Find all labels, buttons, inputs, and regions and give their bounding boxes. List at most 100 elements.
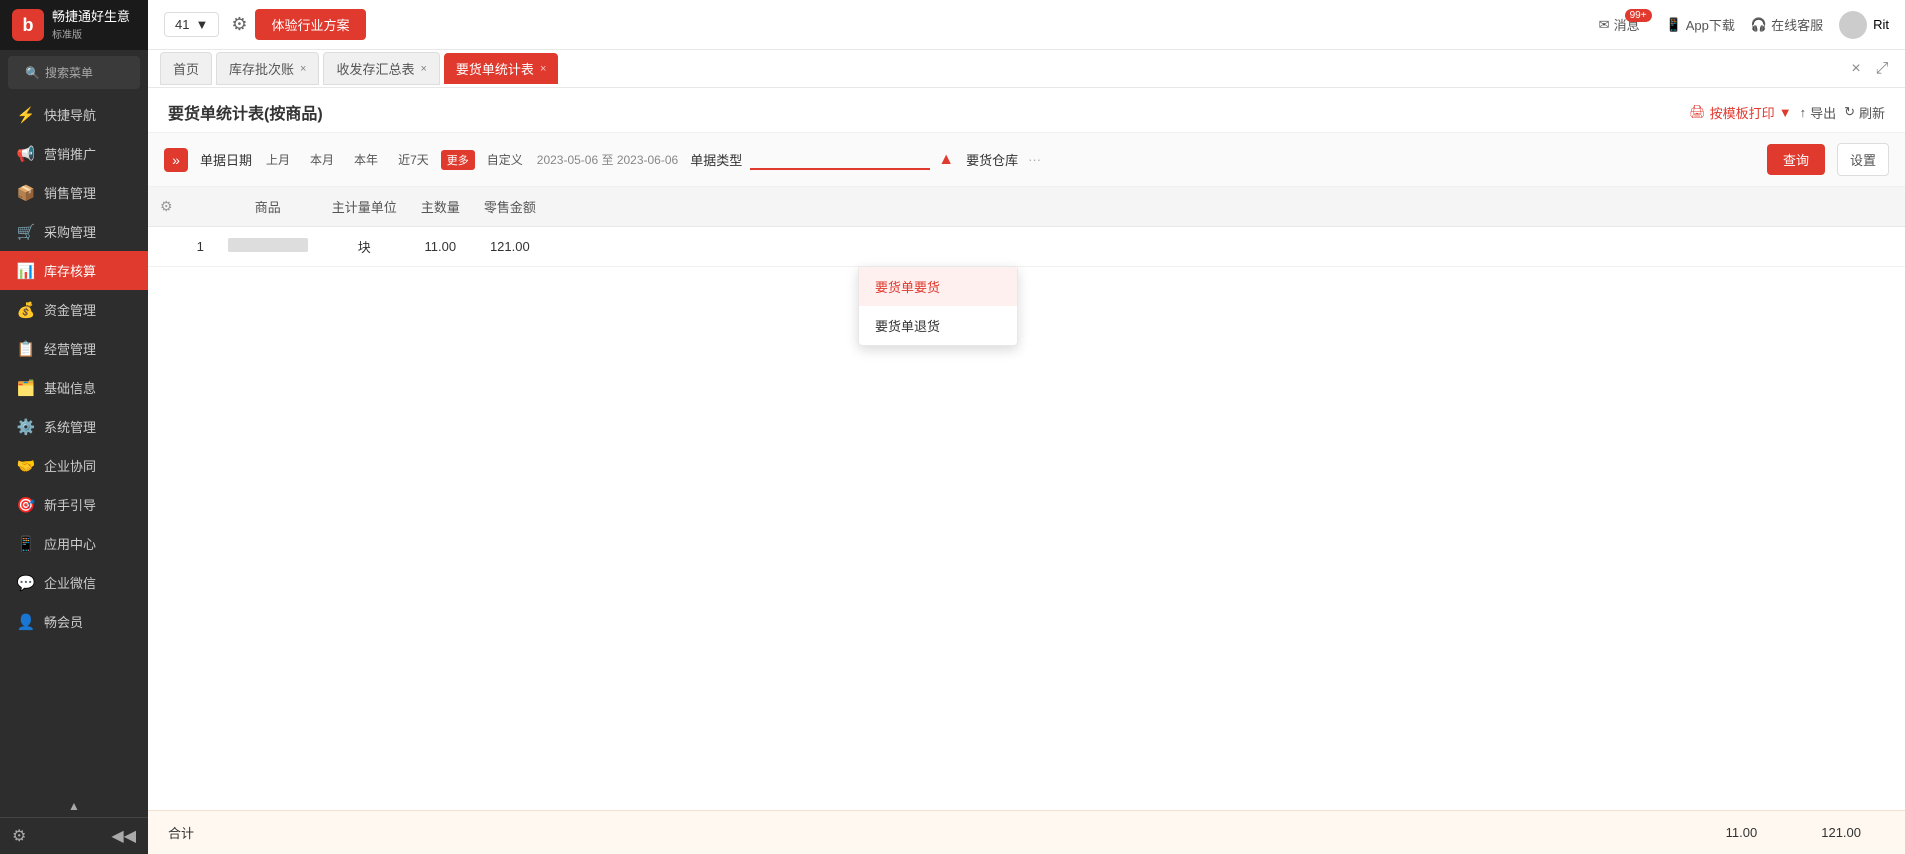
type-filter-label: 单据类型	[690, 150, 742, 169]
online-service-btn[interactable]: 🎧 在线客服	[1751, 15, 1823, 34]
scroll-up-btn[interactable]: ▲	[68, 799, 80, 813]
table-row: 1 块 11.00 121.00	[148, 227, 1905, 267]
apps-icon: 📱	[16, 535, 36, 553]
filter-expand-btn[interactable]: »	[164, 148, 188, 172]
tab-batch-close[interactable]: ×	[300, 63, 306, 75]
sidebar-item-label: 应用中心	[44, 534, 96, 553]
date-this-month-btn[interactable]: 本月	[302, 148, 342, 171]
col-settings-icon[interactable]: ⚙	[160, 198, 173, 214]
sidebar-item-finance[interactable]: 💰 资金管理	[0, 290, 148, 329]
search-icon: 🔍	[25, 66, 40, 80]
page-header: 要货单统计表(按商品) 🖨 按模板打印 ▼ ↑ 导出 ↻ 刷新	[148, 88, 1905, 133]
page-title: 要货单统计表(按商品)	[168, 100, 323, 124]
table-header-row: ⚙ 商品 主计量单位 主数量 零售金额	[148, 187, 1905, 227]
date-filter-label: 单据日期	[200, 150, 252, 169]
table-container: ⚙ 商品 主计量单位 主数量 零售金额 1	[148, 187, 1905, 267]
sidebar-item-label: 新手引导	[44, 495, 96, 514]
sidebar-item-label: 销售管理	[44, 183, 96, 202]
guide-icon: 🎯	[16, 496, 36, 514]
sidebar-item-inventory[interactable]: 📊 库存核算	[0, 251, 148, 290]
dropdown-item-return[interactable]: 要货单退货	[859, 306, 1017, 345]
filter-bar: » 单据日期 上月 本月 本年 近7天 更多 自定义 2023-05-06 至 …	[148, 133, 1905, 187]
expand-window-btn[interactable]: ⤢	[1871, 58, 1893, 80]
branch-value: 41	[175, 17, 189, 32]
tab-home[interactable]: 首页	[160, 52, 212, 85]
date-this-year-btn[interactable]: 本年	[346, 148, 386, 171]
dropdown-item-order[interactable]: 要货单要货	[859, 267, 1017, 306]
app-download-btn[interactable]: 📱 App下载	[1666, 15, 1735, 34]
sidebar-item-operations[interactable]: 📋 经营管理	[0, 329, 148, 368]
topbar-settings-icon[interactable]: ⚙	[231, 14, 247, 35]
tab-requisition[interactable]: 要货单统计表 ×	[444, 53, 558, 84]
footer-amount: 121.00	[1821, 825, 1861, 840]
tab-batch[interactable]: 库存批次账 ×	[216, 52, 319, 85]
tabs-bar: 首页 库存批次账 × 收发存汇总表 × 要货单统计表 × × ⤢	[148, 50, 1905, 88]
sidebar-item-purchase[interactable]: 🛒 采购管理	[0, 212, 148, 251]
date-last-month-btn[interactable]: 上月	[258, 148, 298, 171]
sidebar-item-system[interactable]: ⚙️ 系统管理	[0, 407, 148, 446]
refresh-btn[interactable]: ↻ 刷新	[1844, 103, 1885, 122]
col-settings: ⚙	[148, 187, 185, 227]
sidebar-item-apps[interactable]: 📱 应用中心	[0, 524, 148, 563]
quick-nav-icon: ⚡	[16, 106, 36, 124]
tab-receivables-close[interactable]: ×	[420, 63, 426, 75]
type-filter-toggle[interactable]: ▲	[938, 151, 954, 169]
sidebar-item-sales[interactable]: 📦 销售管理	[0, 173, 148, 212]
footer-settings-icon[interactable]: ⚙	[12, 826, 26, 846]
date-quick-btns: 上月 本月 本年 近7天 更多 自定义	[258, 148, 531, 171]
date-range-display: 2023-05-06 至 2023-06-06	[537, 151, 678, 168]
cooperation-icon: 🤝	[16, 457, 36, 475]
warehouse-filter-dots[interactable]: ···	[1028, 152, 1041, 167]
sidebar-item-base[interactable]: 🗂️ 基础信息	[0, 368, 148, 407]
type-dropdown: 要货单要货 要货单退货	[858, 266, 1018, 346]
base-icon: 🗂️	[16, 379, 36, 397]
col-extra	[548, 187, 1905, 227]
user-name: Rit	[1873, 17, 1889, 32]
tab-requisition-close[interactable]: ×	[540, 63, 546, 75]
branch-selector[interactable]: 41 ▼	[164, 12, 219, 37]
sidebar: b 畅捷通好生意 标准版 🔍 搜索菜单 ⚡ 快捷导航 📢 营销推广 📦 销售管理…	[0, 0, 148, 854]
tab-receivables-label: 收发存汇总表	[336, 59, 414, 78]
user-area[interactable]: Rit	[1839, 11, 1889, 39]
messages-badge: 99+	[1625, 9, 1652, 22]
sidebar-item-label: 营销推广	[44, 144, 96, 163]
sidebar-item-label: 经营管理	[44, 339, 96, 358]
tab-home-label: 首页	[173, 59, 199, 78]
date-7days-btn[interactable]: 近7天	[390, 148, 437, 171]
main-area: 41 ▼ ⚙ 体验行业方案 ✉ 消息 99+ 📱 App下载 🎧 在线客服 R	[148, 0, 1905, 854]
sidebar-item-marketing[interactable]: 📢 营销推广	[0, 134, 148, 173]
print-btn[interactable]: 🖨 按模板打印 ▼	[1689, 103, 1791, 122]
logo-icon: b	[12, 9, 44, 41]
service-icon: 🎧	[1751, 17, 1767, 33]
sidebar-item-cooperation[interactable]: 🤝 企业协同	[0, 446, 148, 485]
trial-btn[interactable]: 体验行业方案	[255, 9, 365, 40]
print-dropdown-icon: ▼	[1779, 105, 1792, 120]
messages-btn[interactable]: ✉ 消息 99+	[1599, 15, 1640, 34]
date-custom-btn[interactable]: 自定义	[479, 148, 531, 171]
topbar: 41 ▼ ⚙ 体验行业方案 ✉ 消息 99+ 📱 App下载 🎧 在线客服 R	[148, 0, 1905, 50]
sidebar-item-guide[interactable]: 🎯 新手引导	[0, 485, 148, 524]
close-window-btn[interactable]: ×	[1845, 58, 1867, 80]
refresh-icon: ↻	[1844, 104, 1855, 120]
dropdown-arrow-icon: ▼	[195, 17, 208, 32]
sidebar-item-label: 企业微信	[44, 573, 96, 592]
warehouse-filter-group: 要货仓库 ···	[966, 150, 1041, 169]
tab-receivables[interactable]: 收发存汇总表 ×	[323, 52, 439, 85]
sidebar-nav: ⚡ 快捷导航 📢 营销推广 📦 销售管理 🛒 采购管理 📊 库存核算 💰 资金管…	[0, 95, 148, 795]
app-logo: b 畅捷通好生意 标准版	[0, 0, 148, 50]
col-quantity: 主数量	[409, 187, 472, 227]
date-more-badge[interactable]: 更多	[441, 150, 475, 170]
sidebar-item-label: 畅会员	[44, 612, 83, 631]
sidebar-item-wechat[interactable]: 💬 企业微信	[0, 563, 148, 602]
sidebar-item-quick-nav[interactable]: ⚡ 快捷导航	[0, 95, 148, 134]
export-btn[interactable]: ↑ 导出	[1800, 103, 1837, 122]
footer-collapse-icon[interactable]: ◀◀	[111, 826, 136, 846]
row-extra-cell	[548, 227, 1905, 267]
export-label: 导出	[1810, 103, 1836, 122]
type-filter-input[interactable]	[750, 149, 930, 170]
filter-settings-btn[interactable]: 设置	[1837, 143, 1889, 176]
sidebar-item-members[interactable]: 👤 畅会员	[0, 602, 148, 641]
sidebar-item-label: 资金管理	[44, 300, 96, 319]
query-btn[interactable]: 查询	[1767, 144, 1825, 175]
search-menu[interactable]: 🔍 搜索菜单	[8, 56, 140, 89]
